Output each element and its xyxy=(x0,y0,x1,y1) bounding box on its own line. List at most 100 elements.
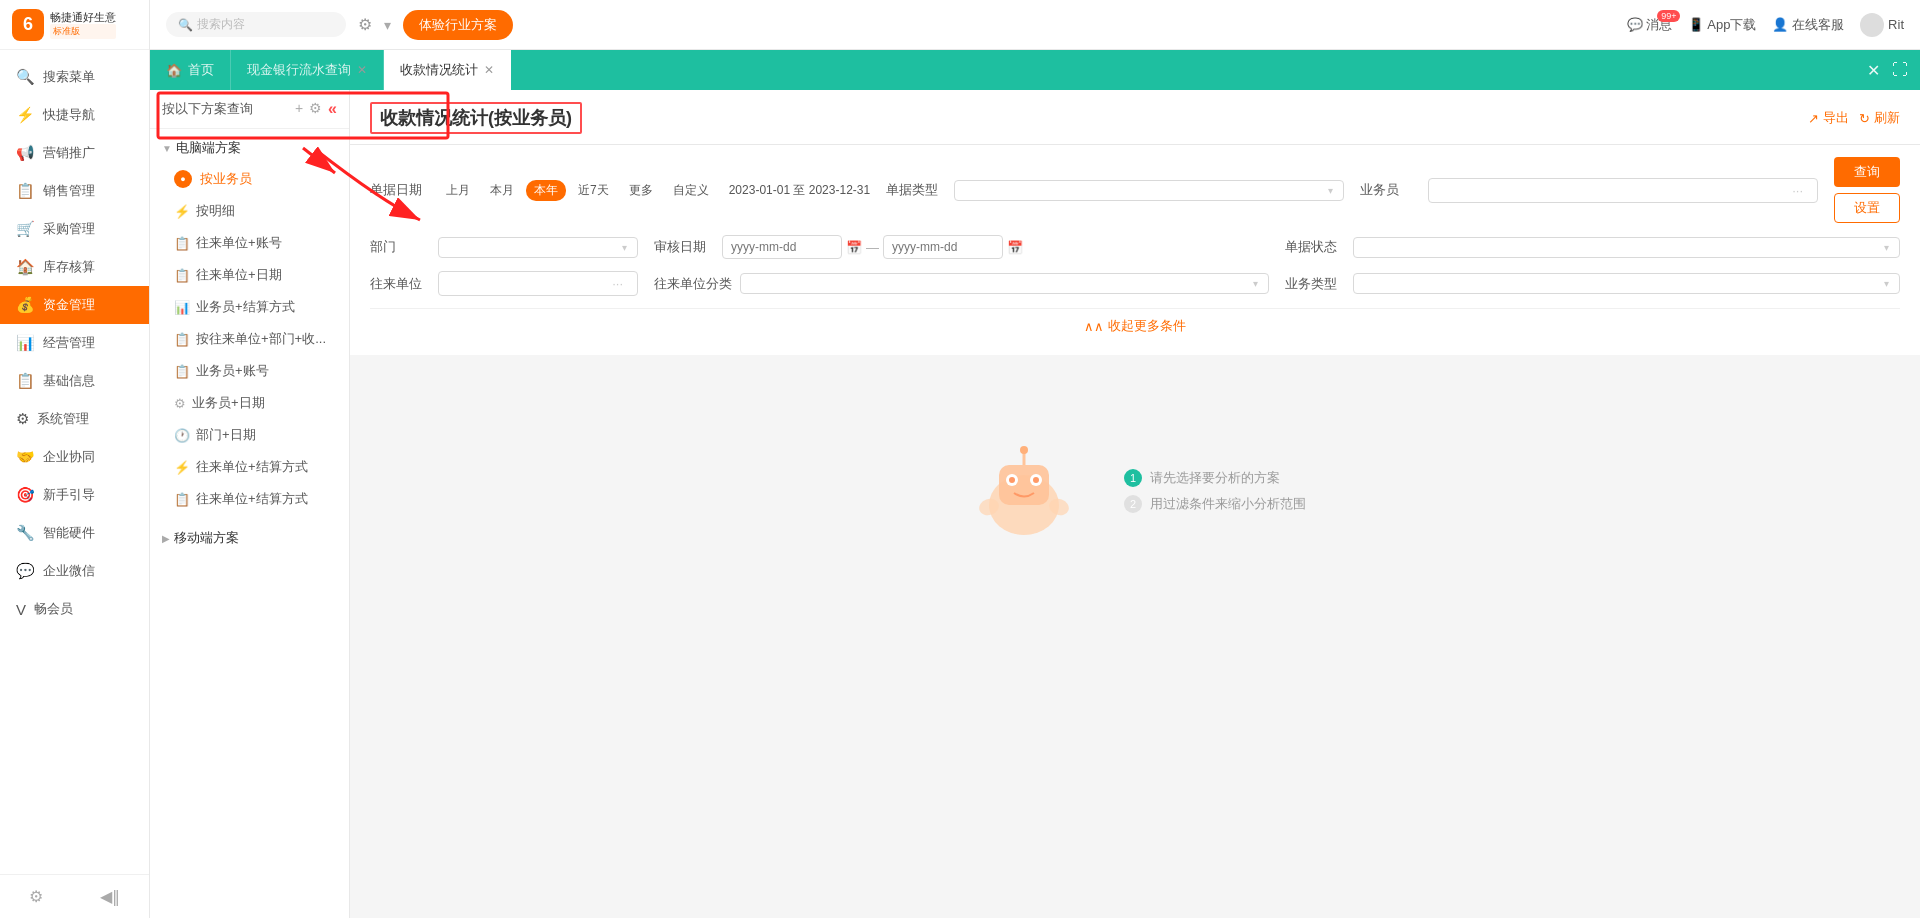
sidebar-item-inventory[interactable]: 🏠 库存核算 xyxy=(0,248,149,286)
settings-button[interactable]: 设置 xyxy=(1834,193,1900,223)
date-opt-lastmonth[interactable]: 上月 xyxy=(438,180,478,201)
sidebar-item-nav[interactable]: ⚡ 快捷导航 xyxy=(0,96,149,134)
salesperson-more-icon[interactable]: ··· xyxy=(1792,183,1803,198)
refresh-btn[interactable]: ↻ 刷新 xyxy=(1859,109,1900,127)
message-btn[interactable]: 💬 消息 99+ xyxy=(1627,16,1673,34)
scheme-item-sales-settle-label: 业务员+结算方式 xyxy=(196,298,295,316)
tab-bank-close[interactable]: ✕ xyxy=(357,63,367,77)
sidebar-item-finance[interactable]: 💰 资金管理 xyxy=(0,286,149,324)
tab-receipt-close[interactable]: ✕ xyxy=(484,63,494,77)
sidebar-item-search[interactable]: 🔍 搜索菜单 xyxy=(0,58,149,96)
step-2-num: 2 xyxy=(1124,495,1142,513)
scheme-item-unit-account-label: 往来单位+账号 xyxy=(196,234,282,252)
scheme-item-unit-date[interactable]: 📋 往来单位+日期 xyxy=(150,259,349,291)
sidebar-settings-btn[interactable]: ⚙ xyxy=(21,883,51,910)
scheme-item-unit-dept[interactable]: 📋 按往来单位+部门+收... xyxy=(150,323,349,355)
doctype-filter-item: 单据类型 ▾ xyxy=(886,180,1344,201)
date-opt-thisyear[interactable]: 本年 xyxy=(526,180,566,201)
service-label: 在线客服 xyxy=(1792,17,1844,32)
date-opt-last7[interactable]: 近7天 xyxy=(570,180,617,201)
sidebar-item-system[interactable]: ⚙ 系统管理 xyxy=(0,400,149,438)
scheme-item-unit-settle2[interactable]: 📋 往来单位+结算方式 xyxy=(150,483,349,515)
scheme-item-sales-date[interactable]: ⚙ 业务员+日期 xyxy=(150,387,349,419)
dept-chevron-icon: ▾ xyxy=(622,242,627,253)
date-opt-custom[interactable]: 自定义 xyxy=(665,180,717,201)
unit-settle1-icon: ⚡ xyxy=(174,460,190,475)
salesperson-select[interactable]: ··· xyxy=(1428,178,1818,203)
scheme-group-desktop-header[interactable]: ▼ 电脑端方案 xyxy=(150,133,349,163)
tab-home[interactable]: 🏠 首页 xyxy=(150,50,231,90)
sidebar-label-nav: 快捷导航 xyxy=(43,106,95,124)
date-opt-more[interactable]: 更多 xyxy=(621,180,661,201)
date-opt-thismonth[interactable]: 本月 xyxy=(482,180,522,201)
dept-select[interactable]: ▾ xyxy=(438,237,638,258)
topbar-dropdown-icon[interactable]: ▾ xyxy=(384,17,391,33)
sidebar-item-basic[interactable]: 📋 基础信息 xyxy=(0,362,149,400)
collapse-up-icon: ∧∧ xyxy=(1084,319,1104,334)
sidebar-item-sales[interactable]: 📋 销售管理 xyxy=(0,172,149,210)
sidebar-item-wechat[interactable]: 💬 企业微信 xyxy=(0,552,149,590)
sidebar-item-guide[interactable]: 🎯 新手引导 xyxy=(0,476,149,514)
partner-category-chevron-icon: ▾ xyxy=(1253,278,1258,289)
partner-category-filter-item: 往来单位分类 ▾ xyxy=(654,273,1269,294)
scheme-item-unit-account[interactable]: 📋 往来单位+账号 xyxy=(150,227,349,259)
unit-account-icon: 📋 xyxy=(174,236,190,251)
sidebar-label-purchase: 采购管理 xyxy=(43,220,95,238)
doc-status-select[interactable]: ▾ xyxy=(1353,237,1900,258)
sidebar-item-hardware[interactable]: 🔧 智能硬件 xyxy=(0,514,149,552)
scheme-item-detail[interactable]: ⚡ 按明细 xyxy=(150,195,349,227)
export-btn[interactable]: ↗ 导出 xyxy=(1808,109,1849,127)
topbar-search[interactable]: 🔍 搜索内容 xyxy=(166,12,346,37)
enterprise-icon: 🤝 xyxy=(16,448,35,466)
sidebar-collapse-btn[interactable]: ◀‖ xyxy=(92,883,128,910)
online-service-btn[interactable]: 👤 在线客服 xyxy=(1772,16,1844,34)
sidebar-item-purchase[interactable]: 🛒 采购管理 xyxy=(0,210,149,248)
partner-more-icon[interactable]: ··· xyxy=(612,276,623,291)
sales-account-icon: 📋 xyxy=(174,364,190,379)
scheme-add-btn[interactable]: + xyxy=(295,100,303,118)
empty-steps: 1 请先选择要分析的方案 2 用过滤条件来缩小分析范围 xyxy=(1124,469,1306,521)
filter-buttons: 查询 设置 xyxy=(1834,157,1900,223)
main-content: 收款情况统计(按业务员) ↗ 导出 ↻ 刷新 xyxy=(350,90,1920,918)
scheme-item-dept-date[interactable]: 🕐 部门+日期 xyxy=(150,419,349,451)
scheme-item-unit-settle1[interactable]: ⚡ 往来单位+结算方式 xyxy=(150,451,349,483)
scheme-item-sales-account[interactable]: 📋 业务员+账号 xyxy=(150,355,349,387)
salesperson-label: 业务员 xyxy=(1360,181,1420,199)
topbar-gear-icon[interactable]: ⚙ xyxy=(358,15,372,34)
scheme-settings-btn[interactable]: ⚙ xyxy=(309,100,322,118)
doc-status-label: 单据状态 xyxy=(1285,238,1345,256)
sidebar-label-guide: 新手引导 xyxy=(43,486,95,504)
app-download-btn[interactable]: 📱 App下载 xyxy=(1688,16,1756,34)
user-name: Rit xyxy=(1888,17,1904,32)
tab-bank[interactable]: 现金银行流水查询 ✕ xyxy=(231,50,384,90)
collapse-bar[interactable]: ∧∧ 收起更多条件 xyxy=(370,308,1900,343)
partner-select[interactable]: ··· xyxy=(438,271,638,296)
sidebar-item-enterprise[interactable]: 🤝 企业协同 xyxy=(0,438,149,476)
filter-row-1: 单据日期 上月 本月 本年 近7天 更多 自定义 2023-01-01 至 xyxy=(370,157,1900,223)
audit-date-to-input[interactable] xyxy=(883,235,1003,259)
audit-date-from-input[interactable] xyxy=(722,235,842,259)
doctype-select[interactable]: ▾ xyxy=(954,180,1344,201)
partner-category-select[interactable]: ▾ xyxy=(740,273,1269,294)
scheme-collapse-btn[interactable]: « xyxy=(328,100,337,118)
biz-type-select[interactable]: ▾ xyxy=(1353,273,1900,294)
user-area[interactable]: Rit xyxy=(1860,13,1904,37)
tab-receipt[interactable]: 收款情况统计 ✕ xyxy=(384,50,511,90)
scheme-group-mobile-header[interactable]: ▶ 移动端方案 xyxy=(150,523,349,553)
sidebar-item-marketing[interactable]: 📢 营销推广 xyxy=(0,134,149,172)
scheme-item-salesperson[interactable]: ● 按业务员 xyxy=(150,163,349,195)
tab-fullscreen-btn[interactable]: ⛶ xyxy=(1892,61,1908,79)
page-title-row: 收款情况统计(按业务员) ↗ 导出 ↻ 刷新 xyxy=(370,102,1900,134)
scheme-item-sales-settle[interactable]: 📊 业务员+结算方式 xyxy=(150,291,349,323)
scheme-header-actions: + ⚙ « xyxy=(295,100,337,118)
trial-button[interactable]: 体验行业方案 xyxy=(403,10,513,40)
audit-date-to-calendar-icon[interactable]: 📅 xyxy=(1007,240,1023,255)
app-download-label: App下载 xyxy=(1707,17,1756,32)
audit-date-from-calendar-icon[interactable]: 📅 xyxy=(846,240,862,255)
query-button[interactable]: 查询 xyxy=(1834,157,1900,187)
sidebar-item-member[interactable]: V 畅会员 xyxy=(0,590,149,628)
svg-rect-1 xyxy=(999,465,1049,505)
tab-close-all-btn[interactable]: ✕ xyxy=(1867,61,1880,80)
sidebar-item-operation[interactable]: 📊 经营管理 xyxy=(0,324,149,362)
scheme-item-unit-settle2-label: 往来单位+结算方式 xyxy=(196,490,308,508)
